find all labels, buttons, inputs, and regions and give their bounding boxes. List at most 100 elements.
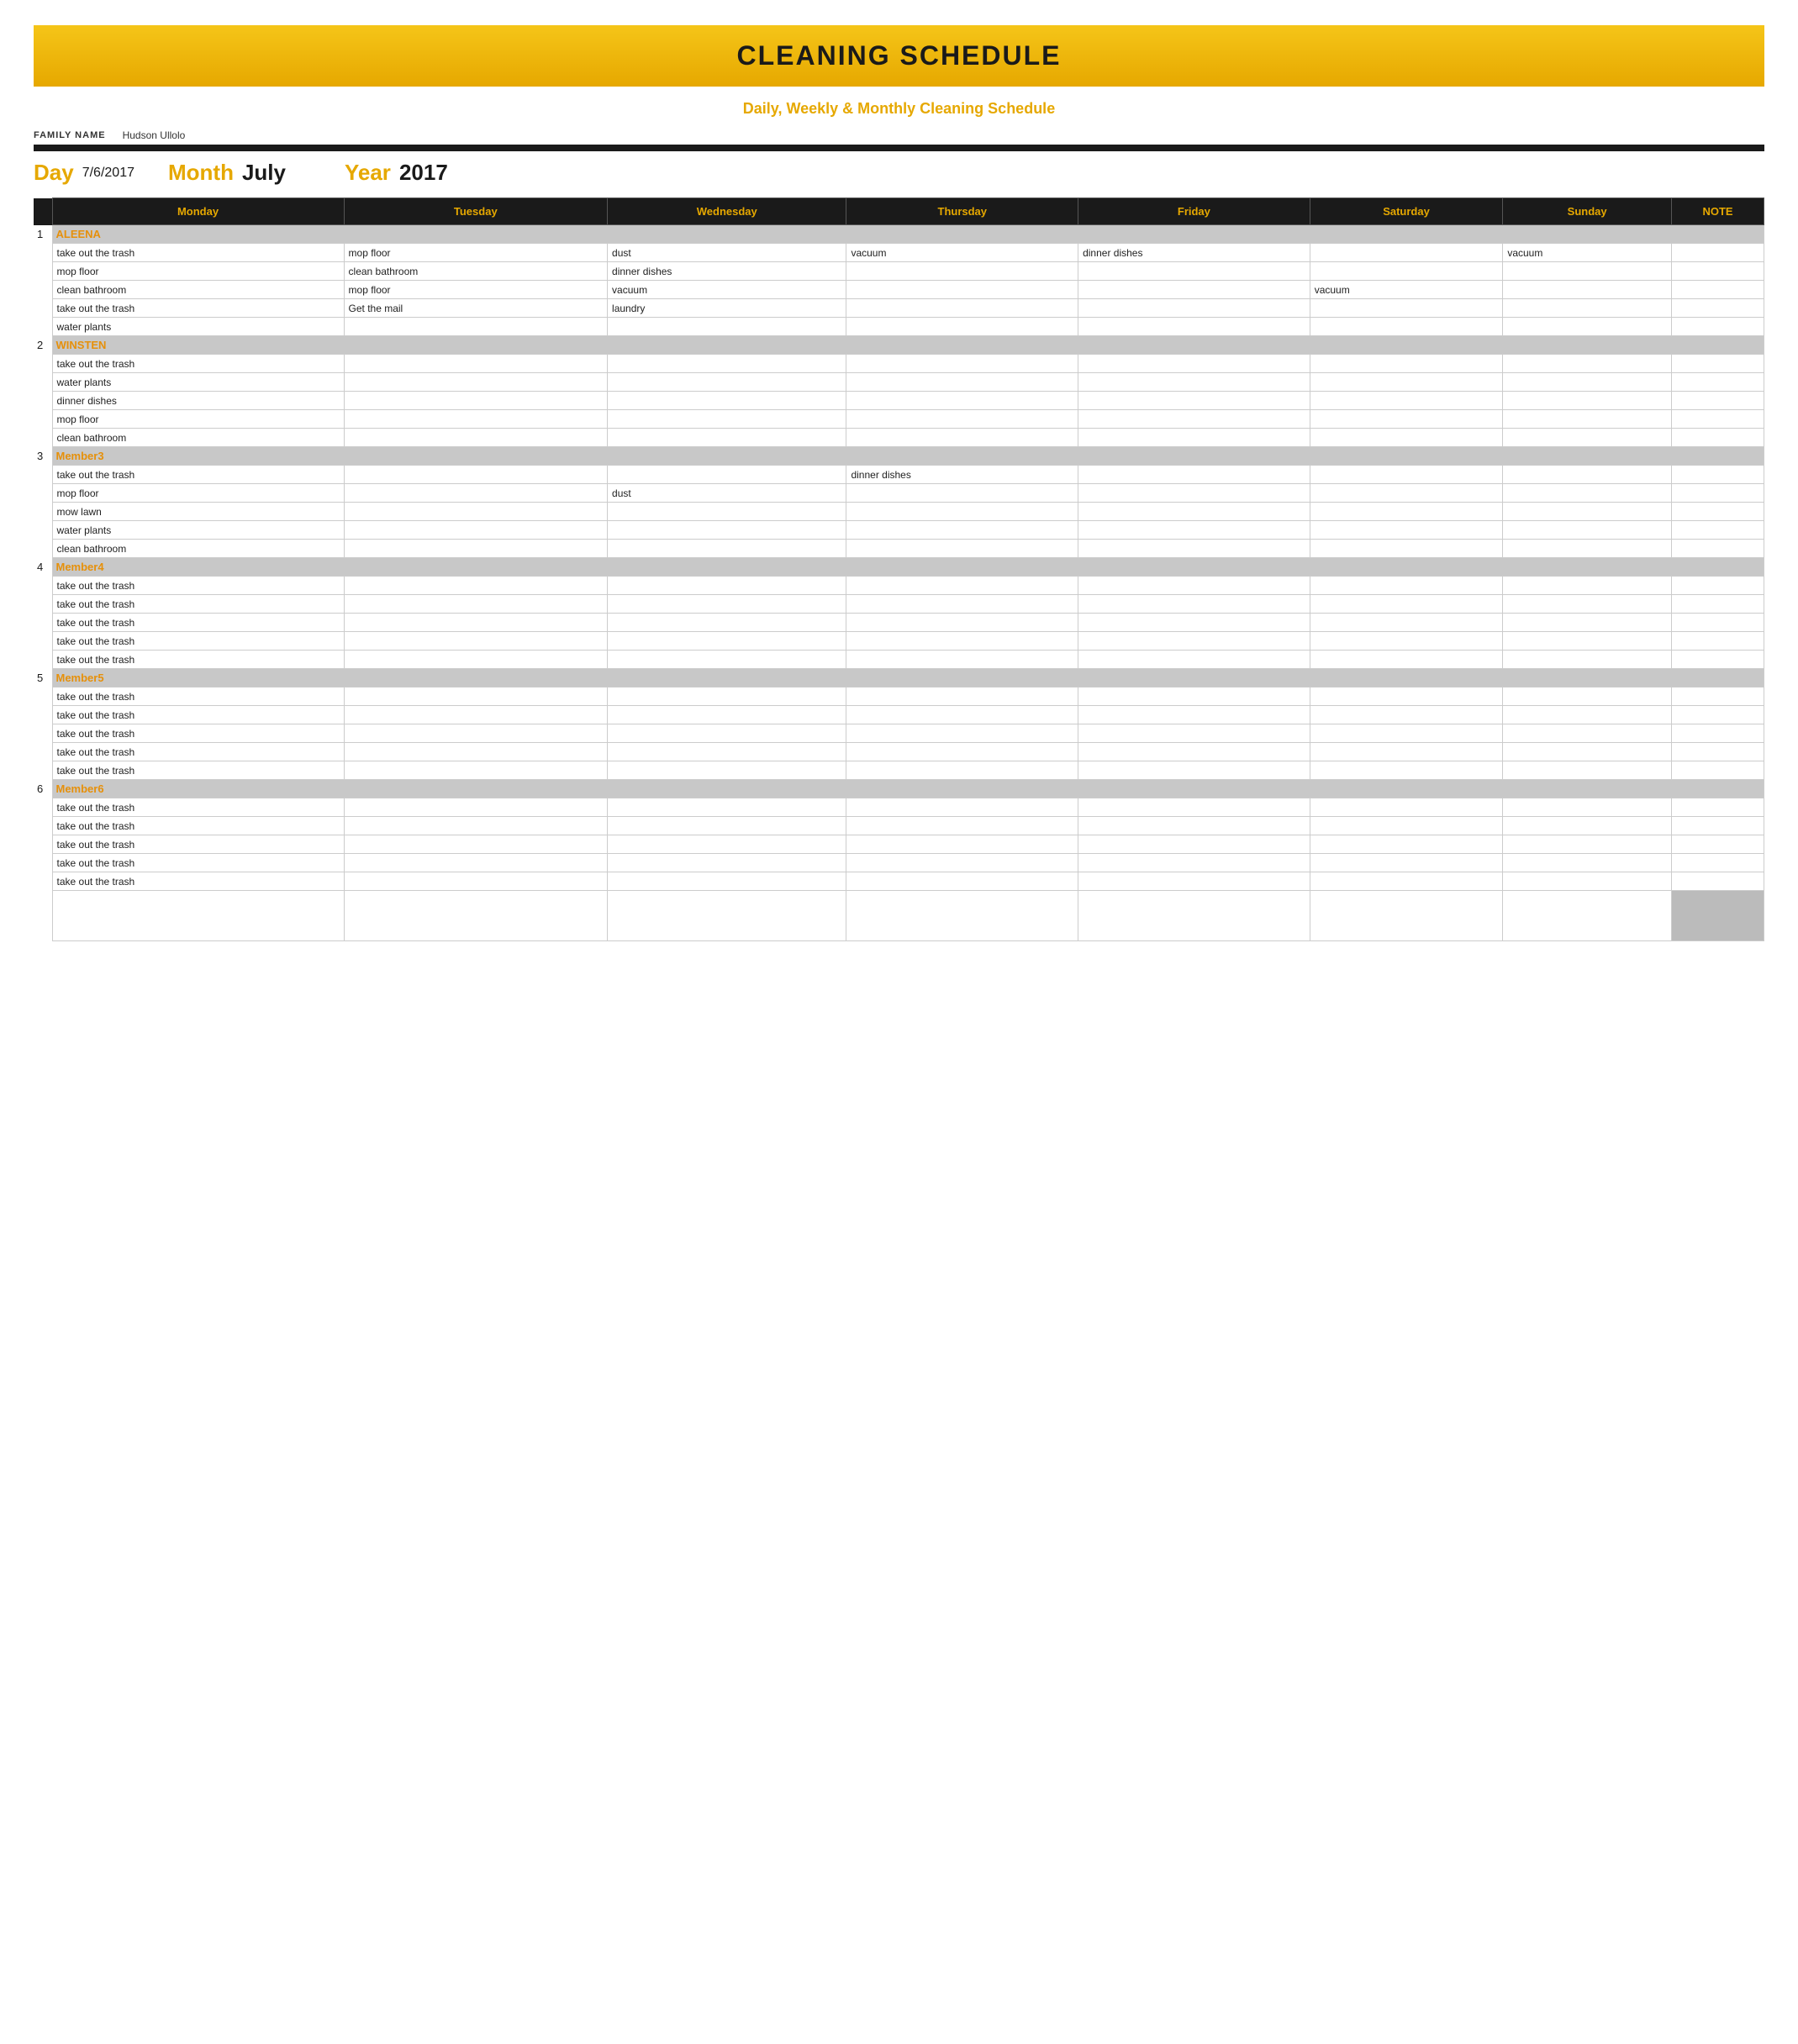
table-cell — [1310, 798, 1503, 817]
table-cell: clean bathroom — [52, 540, 344, 558]
table-row: water plants — [34, 318, 1764, 336]
table-cell: mop floor — [344, 281, 608, 299]
table-cell — [1310, 817, 1503, 835]
table-cell — [344, 595, 608, 614]
table-cell: take out the trash — [52, 244, 344, 262]
table-cell — [1503, 484, 1672, 503]
table-cell — [1503, 466, 1672, 484]
table-cell: dinner dishes — [52, 392, 344, 410]
table-cell — [344, 706, 608, 724]
table-cell — [1078, 392, 1310, 410]
member-num-4: 5 — [34, 669, 52, 687]
title-bar: CLEANING SCHEDULE — [34, 25, 1764, 87]
table-cell — [1503, 540, 1672, 558]
table-cell — [608, 614, 846, 632]
table-cell — [1310, 614, 1503, 632]
table-cell — [608, 761, 846, 780]
table-cell: take out the trash — [52, 798, 344, 817]
table-cell: vacuum — [1503, 244, 1672, 262]
table-cell — [1078, 262, 1310, 281]
table-cell — [1672, 595, 1764, 614]
table-cell — [608, 429, 846, 447]
table-cell — [846, 872, 1078, 891]
table-cell — [1672, 632, 1764, 651]
table-cell — [1503, 614, 1672, 632]
table-cell — [1503, 429, 1672, 447]
table-cell: take out the trash — [52, 835, 344, 854]
table-cell — [1078, 614, 1310, 632]
table-cell — [1310, 761, 1503, 780]
row-num-cell — [34, 429, 52, 447]
table-cell — [1310, 521, 1503, 540]
table-row: mop floorclean bathroomdinner dishes — [34, 262, 1764, 281]
table-cell — [1672, 281, 1764, 299]
table-row: mop floor — [34, 410, 1764, 429]
table-row: take out the trashmop floordustvacuumdin… — [34, 244, 1764, 262]
row-num-cell — [34, 835, 52, 854]
footer-row — [34, 891, 1764, 941]
table-cell — [1503, 835, 1672, 854]
month-label: Month — [168, 160, 234, 186]
member-header-2: 3Member3 — [34, 447, 1764, 466]
table-cell — [1672, 724, 1764, 743]
family-row: FAMILY NAME Hudson Ullolo — [34, 129, 1764, 141]
table-cell — [1503, 817, 1672, 835]
table-cell — [1503, 521, 1672, 540]
table-cell: vacuum — [1310, 281, 1503, 299]
table-cell — [1503, 651, 1672, 669]
table-cell — [608, 373, 846, 392]
table-cell — [1503, 724, 1672, 743]
table-cell — [1503, 798, 1672, 817]
member-num-1: 2 — [34, 336, 52, 355]
table-cell — [1078, 410, 1310, 429]
table-cell — [1078, 484, 1310, 503]
row-num-cell — [34, 706, 52, 724]
table-row: water plants — [34, 373, 1764, 392]
table-cell — [344, 687, 608, 706]
table-cell: take out the trash — [52, 724, 344, 743]
member-name-4: Member5 — [52, 669, 1764, 687]
table-cell — [846, 392, 1078, 410]
table-row: take out the trash — [34, 872, 1764, 891]
member-name-2: Member3 — [52, 447, 1764, 466]
table-cell — [1503, 632, 1672, 651]
table-cell — [1078, 540, 1310, 558]
table-cell — [1672, 373, 1764, 392]
row-num-cell — [34, 410, 52, 429]
table-cell — [1078, 724, 1310, 743]
table-cell — [608, 651, 846, 669]
table-cell — [1503, 872, 1672, 891]
table-cell — [1672, 687, 1764, 706]
table-cell — [846, 651, 1078, 669]
table-cell — [1078, 743, 1310, 761]
table-row: take out the trash — [34, 355, 1764, 373]
table-cell — [608, 595, 846, 614]
table-cell: dinner dishes — [608, 262, 846, 281]
subtitle: Daily, Weekly & Monthly Cleaning Schedul… — [34, 100, 1764, 118]
table-cell: mop floor — [52, 410, 344, 429]
table-row: clean bathroommop floorvacuumvacuum — [34, 281, 1764, 299]
table-cell — [846, 632, 1078, 651]
table-cell — [846, 687, 1078, 706]
table-cell — [846, 835, 1078, 854]
table-cell — [344, 798, 608, 817]
member-header-5: 6Member6 — [34, 780, 1764, 798]
row-num-cell — [34, 373, 52, 392]
row-num-cell — [34, 503, 52, 521]
table-cell — [1310, 466, 1503, 484]
table-cell — [1078, 521, 1310, 540]
table-cell: take out the trash — [52, 761, 344, 780]
table-cell: water plants — [52, 318, 344, 336]
footer-gray-cell — [1672, 891, 1764, 941]
table-cell — [1310, 262, 1503, 281]
row-num-cell — [34, 577, 52, 595]
table-cell — [1310, 577, 1503, 595]
table-cell: water plants — [52, 373, 344, 392]
table-cell — [1078, 798, 1310, 817]
table-cell: take out the trash — [52, 651, 344, 669]
table-cell — [1310, 373, 1503, 392]
member-name-1: WINSTEN — [52, 336, 1764, 355]
table-cell — [608, 817, 846, 835]
table-cell — [608, 503, 846, 521]
table-cell — [1310, 429, 1503, 447]
